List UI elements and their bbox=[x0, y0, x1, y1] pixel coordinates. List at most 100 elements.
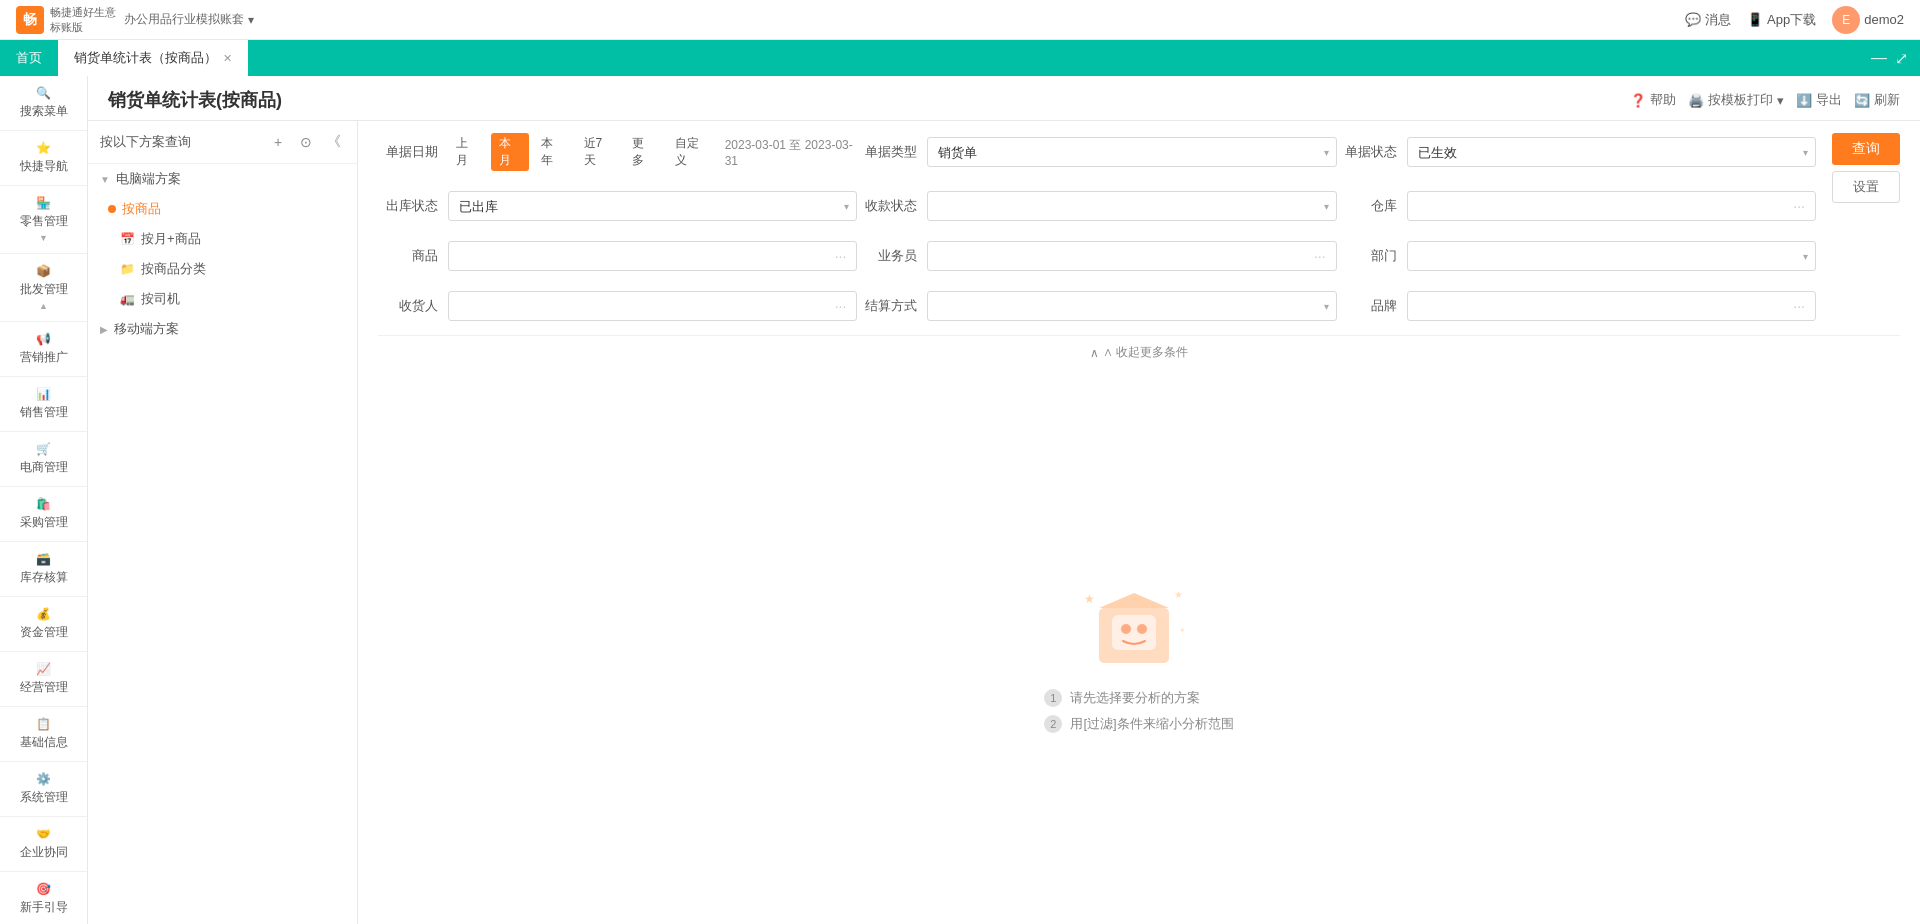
sidebar-item-guide[interactable]: 🎯 新手引导 bbox=[0, 872, 87, 924]
search-icon: 🔍 bbox=[36, 86, 51, 100]
date-btn-7days[interactable]: 近7天 bbox=[576, 133, 621, 171]
empty-state: ★ ★ ✦ 1 请先选择要分析的方案 2 用[过滤]条件来缩小分析范围 bbox=[358, 381, 1920, 924]
topbar-right: 💬 消息 📱 App下载 E demo2 bbox=[1685, 6, 1904, 34]
brand-input[interactable]: ··· bbox=[1407, 291, 1816, 321]
receiver-control: ··· bbox=[448, 291, 857, 321]
settings-button[interactable]: 设置 bbox=[1832, 171, 1900, 203]
goods-control: ··· bbox=[448, 241, 857, 271]
department-select-wrap: ▾ bbox=[1407, 241, 1816, 271]
hint-num-2: 2 bbox=[1044, 715, 1062, 733]
main-layout: 🔍 搜索菜单 ⭐ 快捷导航 🏪 零售管理 ▼ 📦 批发管理 ▲ 📢 营销推广 📊… bbox=[0, 76, 1920, 924]
purchase-icon: 🛍️ bbox=[36, 497, 51, 511]
date-btn-this-year[interactable]: 本年 bbox=[533, 133, 572, 171]
tabbar: 首页 销货单统计表（按商品） ✕ — ⤢ bbox=[0, 40, 1920, 76]
wholesale-expand-icon: ▲ bbox=[39, 301, 48, 311]
retail-expand-icon: ▼ bbox=[39, 233, 48, 243]
topbar: 畅 畅捷通好生意 标账版 办公用品行业模拟账套 ▾ 💬 消息 📱 App下载 E… bbox=[0, 0, 1920, 40]
filter-columns: 单据日期 上月 本月 本年 近7天 更多 自定义 bbox=[378, 133, 1816, 331]
query-buttons-area: 查询 设置 bbox=[1816, 133, 1900, 203]
hint-text-1: 请先选择要分析的方案 bbox=[1070, 689, 1200, 707]
filter-row-1: 单据日期 上月 本月 本年 近7天 更多 自定义 bbox=[378, 133, 1900, 331]
tree-item-by-month-goods[interactable]: 📅 按月+商品 bbox=[88, 224, 357, 254]
tree-item-by-goods[interactable]: 按商品 bbox=[88, 194, 357, 224]
date-label: 单据日期 bbox=[378, 143, 448, 161]
help-button[interactable]: ❓ 帮助 bbox=[1630, 91, 1676, 109]
sidebar-item-management[interactable]: 📈 经营管理 bbox=[0, 652, 87, 707]
warehouse-status-label: 出库状态 bbox=[378, 197, 448, 215]
receiver-dots-icon: ··· bbox=[835, 298, 847, 314]
payment-status-select[interactable] bbox=[927, 191, 1336, 221]
date-btn-last-month[interactable]: 上月 bbox=[448, 133, 487, 171]
empty-hints: 1 请先选择要分析的方案 2 用[过滤]条件来缩小分析范围 bbox=[1044, 689, 1233, 733]
app-download-button[interactable]: 📱 App下载 bbox=[1747, 11, 1816, 29]
warehouse-dots-icon: ··· bbox=[1793, 198, 1805, 214]
tab-close-icon[interactable]: ✕ bbox=[223, 52, 232, 65]
breadcrumb[interactable]: 办公用品行业模拟账套 ▾ bbox=[124, 11, 254, 28]
calendar-icon: 📅 bbox=[120, 232, 135, 246]
tree-item-by-goods-category[interactable]: 📁 按商品分类 bbox=[88, 254, 357, 284]
receiver-input[interactable]: ··· bbox=[448, 291, 857, 321]
goods-dots-icon: ··· bbox=[835, 248, 847, 264]
doc-status-select[interactable]: 已生效 bbox=[1407, 137, 1816, 167]
tab-sales-stats[interactable]: 销货单统计表（按商品） ✕ bbox=[58, 40, 248, 76]
salesperson-label: 业务员 bbox=[857, 247, 927, 265]
doc-type-select[interactable]: 销货单 bbox=[927, 137, 1336, 167]
folder-icon: 📁 bbox=[120, 262, 135, 276]
date-btn-more[interactable]: 更多 bbox=[624, 133, 663, 171]
goods-input[interactable]: ··· bbox=[448, 241, 857, 271]
user-area[interactable]: E demo2 bbox=[1832, 6, 1904, 34]
refresh-button[interactable]: 🔄 刷新 bbox=[1854, 91, 1900, 109]
sidebar-item-quick-nav[interactable]: ⭐ 快捷导航 bbox=[0, 131, 87, 186]
empty-hint-1: 1 请先选择要分析的方案 bbox=[1044, 689, 1233, 707]
settings-scheme-button[interactable]: ⊙ bbox=[295, 131, 317, 153]
department-select[interactable] bbox=[1407, 241, 1816, 271]
doc-type-select-wrap: 销货单 ▾ bbox=[927, 137, 1336, 167]
finance-icon: 💰 bbox=[36, 607, 51, 621]
tree-item-by-driver[interactable]: 🚛 按司机 bbox=[88, 284, 357, 314]
sidebar-item-system[interactable]: ⚙️ 系统管理 bbox=[0, 762, 87, 817]
warehouse-input[interactable]: ··· bbox=[1407, 191, 1816, 221]
message-button[interactable]: 💬 消息 bbox=[1685, 11, 1731, 29]
collapse-panel-button[interactable]: 《 bbox=[323, 131, 345, 153]
svg-text:★: ★ bbox=[1174, 589, 1183, 600]
maximize-button[interactable]: ⤢ bbox=[1895, 49, 1908, 68]
warehouse-control: ··· bbox=[1407, 191, 1816, 221]
print-button[interactable]: 🖨️ 按模板打印 ▾ bbox=[1688, 91, 1784, 109]
sidebar-item-basic-info[interactable]: 📋 基础信息 bbox=[0, 707, 87, 762]
add-scheme-button[interactable]: + bbox=[267, 131, 289, 153]
salesperson-input[interactable]: ··· bbox=[927, 241, 1336, 271]
export-button[interactable]: ⬇️ 导出 bbox=[1796, 91, 1842, 109]
sidebar-item-sales[interactable]: 📊 销售管理 bbox=[0, 377, 87, 432]
date-btn-this-month[interactable]: 本月 bbox=[491, 133, 530, 171]
brand-control: ··· bbox=[1407, 291, 1816, 321]
payment-status-label: 收款状态 bbox=[857, 197, 927, 215]
help-icon: ❓ bbox=[1630, 93, 1646, 108]
date-btn-custom[interactable]: 自定义 bbox=[667, 133, 717, 171]
tree-mobile-group[interactable]: ▶ 移动端方案 bbox=[88, 314, 357, 344]
tab-home[interactable]: 首页 bbox=[0, 40, 58, 76]
minimize-button[interactable]: — bbox=[1871, 49, 1887, 67]
sidebar-search[interactable]: 🔍 搜索菜单 bbox=[0, 76, 87, 131]
app-download-icon: 📱 bbox=[1747, 12, 1763, 27]
sidebar-item-inventory[interactable]: 🗃️ 库存核算 bbox=[0, 542, 87, 597]
sidebar-item-enterprise-collab[interactable]: 🤝 企业协同 bbox=[0, 817, 87, 872]
sidebar-item-wholesale[interactable]: 📦 批发管理 ▲ bbox=[0, 254, 87, 322]
warehouse-status-select[interactable]: 已出库 bbox=[448, 191, 857, 221]
sidebar-item-purchase[interactable]: 🛍️ 采购管理 bbox=[0, 487, 87, 542]
settlement-select[interactable] bbox=[927, 291, 1336, 321]
collapse-more-conditions-button[interactable]: ∧ ∧ 收起更多条件 bbox=[378, 335, 1900, 369]
sidebar-item-finance[interactable]: 💰 资金管理 bbox=[0, 597, 87, 652]
filter-row-4: 收货人 ··· 结算方式 bbox=[378, 291, 1816, 321]
tree-expand-icon: ▼ bbox=[100, 174, 110, 185]
sidebar-item-retail[interactable]: 🏪 零售管理 ▼ bbox=[0, 186, 87, 254]
date-controls: 上月 本月 本年 近7天 更多 自定义 2023-03-01 至 2023-03… bbox=[448, 133, 857, 171]
sidebar-item-ecommerce[interactable]: 🛒 电商管理 bbox=[0, 432, 87, 487]
query-button[interactable]: 查询 bbox=[1832, 133, 1900, 165]
breadcrumb-dropdown-icon[interactable]: ▾ bbox=[248, 13, 254, 27]
tree-desktop-group[interactable]: ▼ 电脑端方案 bbox=[88, 164, 357, 194]
logo-text: 畅捷通好生意 标账版 bbox=[50, 5, 116, 34]
tree-mobile-expand-icon: ▶ bbox=[100, 324, 108, 335]
date-quick-group: 上月 本月 本年 近7天 更多 自定义 2023-03-01 至 2023-03… bbox=[448, 133, 857, 171]
left-panel-tools: + ⊙ 《 bbox=[267, 131, 345, 153]
sidebar-item-marketing[interactable]: 📢 营销推广 bbox=[0, 322, 87, 377]
